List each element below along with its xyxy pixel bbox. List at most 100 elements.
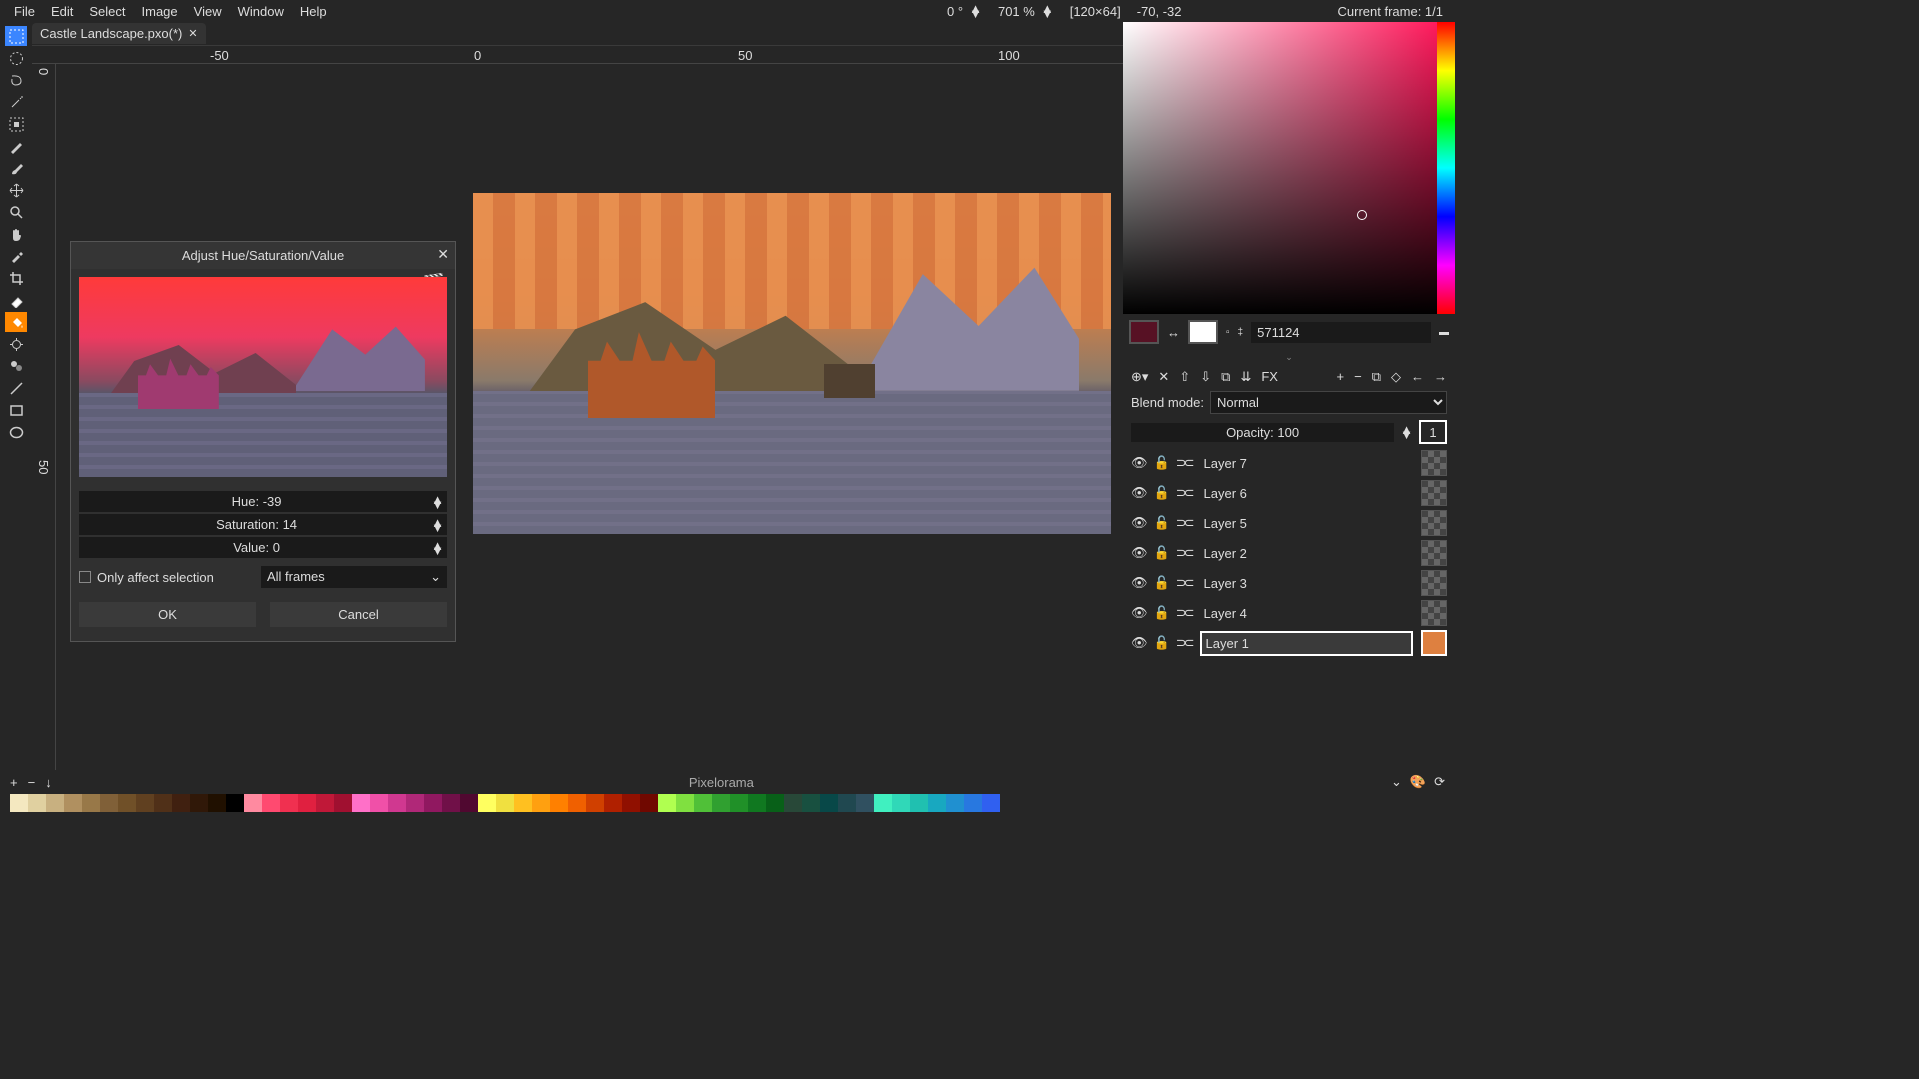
ruler-vertical[interactable]: 0 50 bbox=[32, 64, 56, 770]
palette-color[interactable] bbox=[460, 794, 478, 812]
lock-icon[interactable]: 🔓 bbox=[1154, 575, 1170, 591]
ok-button[interactable]: OK bbox=[79, 602, 256, 627]
layer-thumbnail[interactable] bbox=[1421, 510, 1447, 536]
visibility-icon[interactable]: 👁 bbox=[1131, 485, 1148, 501]
layer-name[interactable]: Layer 1 bbox=[1200, 631, 1414, 656]
layer-row[interactable]: 👁🔓⊃⊂Layer 3 bbox=[1123, 568, 1455, 598]
palette-color[interactable] bbox=[568, 794, 586, 812]
layer-thumbnail[interactable] bbox=[1421, 630, 1447, 656]
tab-close-icon[interactable]: ✕ bbox=[188, 27, 197, 40]
brush-tool[interactable] bbox=[5, 158, 27, 178]
layer-fx-icon[interactable]: FX bbox=[1261, 369, 1278, 385]
value-slider-input[interactable]: Value: 0▲▼ bbox=[79, 537, 447, 558]
menu-view[interactable]: View bbox=[186, 4, 230, 19]
crop-tool[interactable] bbox=[5, 268, 27, 288]
palette-color[interactable] bbox=[784, 794, 802, 812]
palette-color[interactable] bbox=[928, 794, 946, 812]
color-select-tool[interactable] bbox=[5, 114, 27, 134]
palette-color[interactable] bbox=[208, 794, 226, 812]
palette-color[interactable] bbox=[676, 794, 694, 812]
palette-color[interactable] bbox=[280, 794, 298, 812]
opacity-stepper[interactable]: ▲▼ bbox=[1400, 427, 1413, 437]
layer-name[interactable]: Layer 3 bbox=[1200, 573, 1414, 594]
pan-tool[interactable] bbox=[5, 224, 27, 244]
link-icon[interactable]: ⊃⊂ bbox=[1176, 545, 1192, 561]
shine-tool[interactable] bbox=[5, 334, 27, 354]
palette-color[interactable] bbox=[334, 794, 352, 812]
frame-next-icon[interactable]: → bbox=[1434, 369, 1447, 385]
visibility-icon[interactable]: 👁 bbox=[1131, 545, 1148, 561]
pencil-tool[interactable] bbox=[5, 136, 27, 156]
menu-help[interactable]: Help bbox=[292, 4, 335, 19]
cancel-button[interactable]: Cancel bbox=[270, 602, 447, 627]
palette-color[interactable] bbox=[478, 794, 496, 812]
menu-edit[interactable]: Edit bbox=[43, 4, 81, 19]
palette-color[interactable] bbox=[352, 794, 370, 812]
palette-color[interactable] bbox=[154, 794, 172, 812]
palette-download-icon[interactable]: ↓ bbox=[45, 775, 52, 790]
palette-color[interactable] bbox=[28, 794, 46, 812]
palette-color[interactable] bbox=[496, 794, 514, 812]
lock-icon[interactable]: 🔓 bbox=[1154, 635, 1170, 651]
lock-icon[interactable]: 🔓 bbox=[1154, 485, 1170, 501]
palette-color[interactable] bbox=[946, 794, 964, 812]
menu-window[interactable]: Window bbox=[230, 4, 292, 19]
visibility-icon[interactable]: 👁 bbox=[1131, 635, 1148, 651]
palette-color[interactable] bbox=[82, 794, 100, 812]
layer-row[interactable]: 👁🔓⊃⊂Layer 6 bbox=[1123, 478, 1455, 508]
layer-merge-icon[interactable]: ⇊ bbox=[1240, 369, 1251, 385]
palette-color[interactable] bbox=[640, 794, 658, 812]
layer-duplicate-icon[interactable]: ⧉ bbox=[1221, 369, 1230, 385]
layer-row[interactable]: 👁 🔓 ⊃⊂ Layer 7 bbox=[1123, 448, 1455, 478]
palette-color[interactable] bbox=[820, 794, 838, 812]
palette-color[interactable] bbox=[838, 794, 856, 812]
saturation-value-field[interactable] bbox=[1123, 22, 1437, 314]
move-tool[interactable] bbox=[5, 180, 27, 200]
layer-name[interactable]: Layer 7 bbox=[1200, 453, 1414, 474]
color-picker[interactable] bbox=[1123, 22, 1455, 314]
palette-color[interactable] bbox=[316, 794, 334, 812]
palette-color[interactable] bbox=[550, 794, 568, 812]
layer-name[interactable]: Layer 5 bbox=[1200, 513, 1414, 534]
menu-file[interactable]: File bbox=[6, 4, 43, 19]
layer-thumbnail[interactable] bbox=[1421, 570, 1447, 596]
only-affect-selection-checkbox[interactable]: Only affect selection bbox=[79, 570, 253, 585]
link-icon[interactable]: ⊃⊂ bbox=[1176, 575, 1192, 591]
frames-scope-select[interactable]: All frames⌄ bbox=[261, 566, 447, 588]
menu-image[interactable]: Image bbox=[134, 4, 186, 19]
frame-header-1[interactable]: 1 bbox=[1419, 420, 1447, 444]
saturation-slider-input[interactable]: Saturation: 14▲▼ bbox=[79, 514, 447, 535]
layer-thumbnail[interactable] bbox=[1421, 540, 1447, 566]
palette-color[interactable] bbox=[64, 794, 82, 812]
palette-remove-icon[interactable]: − bbox=[28, 775, 36, 790]
palette-color[interactable] bbox=[658, 794, 676, 812]
layer-row[interactable]: 👁🔓⊃⊂Layer 4 bbox=[1123, 598, 1455, 628]
palette-color[interactable] bbox=[604, 794, 622, 812]
lock-icon[interactable]: 🔓 bbox=[1154, 455, 1170, 471]
layer-thumbnail[interactable] bbox=[1421, 480, 1447, 506]
palette-color[interactable] bbox=[190, 794, 208, 812]
layer-row[interactable]: 👁🔓⊃⊂Layer 2 bbox=[1123, 538, 1455, 568]
frame-delete-icon[interactable]: − bbox=[1354, 369, 1362, 385]
palette-color[interactable] bbox=[856, 794, 874, 812]
link-icon[interactable]: ⊃⊂ bbox=[1176, 605, 1192, 621]
smudge-tool[interactable] bbox=[5, 356, 27, 376]
palette-add-icon[interactable]: + bbox=[10, 775, 18, 790]
visibility-icon[interactable]: 👁 bbox=[1131, 455, 1148, 471]
color-hex-input[interactable]: 571124 bbox=[1251, 322, 1431, 343]
palette-dropdown-icon[interactable]: ⌄ bbox=[1391, 774, 1402, 790]
layer-delete-icon[interactable]: ✕ bbox=[1158, 369, 1169, 385]
link-icon[interactable]: ⊃⊂ bbox=[1176, 455, 1192, 471]
document-tab[interactable]: Castle Landscape.pxo(*) ✕ bbox=[32, 23, 206, 44]
ruler-horizontal[interactable]: -50 0 50 100 bbox=[32, 46, 1123, 64]
secondary-color-swatch[interactable] bbox=[1188, 320, 1218, 344]
layer-name[interactable]: Layer 4 bbox=[1200, 603, 1414, 624]
layer-name[interactable]: Layer 2 bbox=[1200, 543, 1414, 564]
palette-color[interactable] bbox=[748, 794, 766, 812]
hue-slider[interactable] bbox=[1437, 22, 1455, 314]
zoom-display[interactable]: 701 % ▲▼ bbox=[998, 4, 1054, 19]
palette-color[interactable] bbox=[370, 794, 388, 812]
magic-wand-tool[interactable] bbox=[5, 92, 27, 112]
palette-color[interactable] bbox=[424, 794, 442, 812]
palette-color[interactable] bbox=[964, 794, 982, 812]
